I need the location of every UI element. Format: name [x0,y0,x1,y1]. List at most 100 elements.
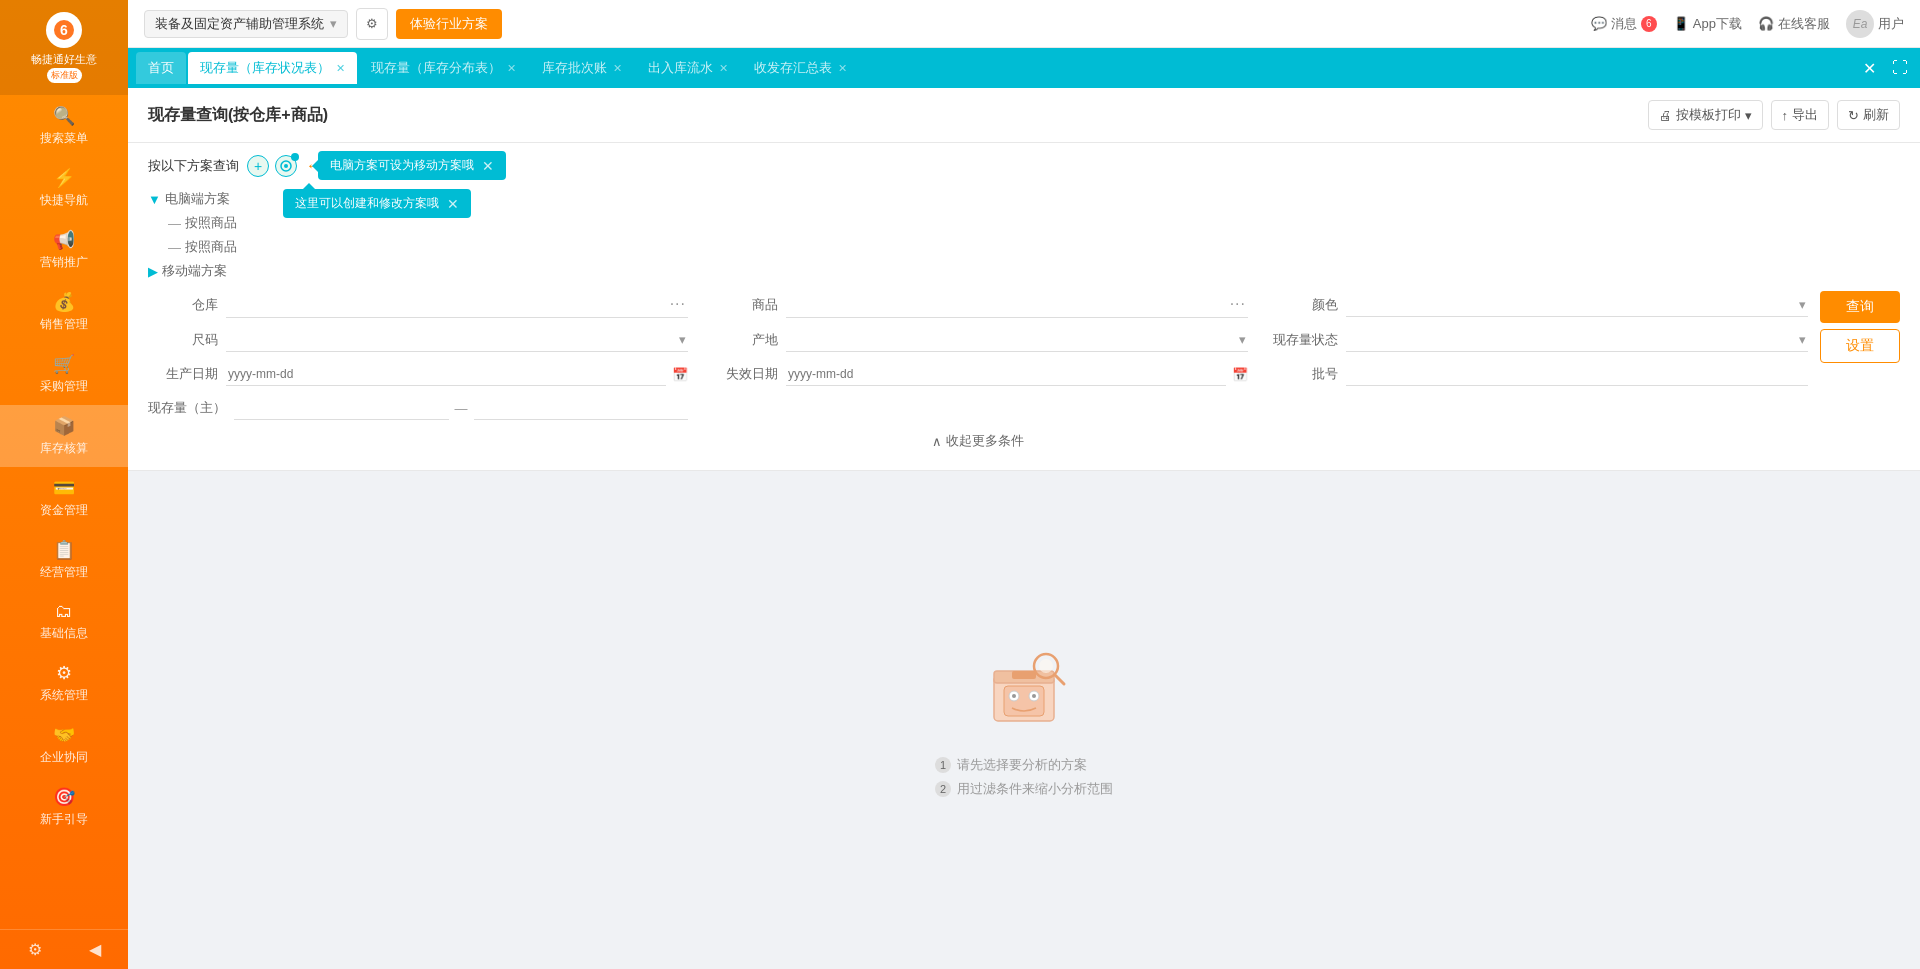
online-service-label: 在线客服 [1778,15,1830,33]
sidebar-item-system[interactable]: ⚙ 系统管理 [0,652,128,714]
calendar-icon[interactable]: 📅 [672,367,688,382]
system-selector[interactable]: 装备及固定资产辅助管理系统 ▾ [144,10,348,38]
sidebar-item-search[interactable]: 🔍 搜索菜单 [0,95,128,157]
product-filter-row: 商品 ··· [708,291,1248,318]
notification-label: 消息 [1611,15,1637,33]
tab-close-icon[interactable]: ✕ [336,62,345,75]
close-all-tabs-button[interactable]: ✕ [1859,55,1880,82]
size-select[interactable]: ▾ [226,328,688,352]
production-date-filter-row: 生产日期 📅 [148,362,688,386]
color-select[interactable]: ▾ [1346,293,1808,317]
user-menu-button[interactable]: Ea 用户 [1846,10,1904,38]
sidebar-item-sales[interactable]: 💰 销售管理 [0,281,128,343]
main-content: 装备及固定资产辅助管理系统 ▾ ⚙ 体验行业方案 💬 消息 6 📱 App下载 … [128,0,1920,969]
refresh-label: 刷新 [1863,106,1889,124]
sidebar-item-quick-nav[interactable]: ⚡ 快捷导航 [0,157,128,219]
origin-filter-row: 产地 ▾ [708,328,1248,352]
tab-home[interactable]: 首页 [136,52,186,84]
filter-buttons: 查询 设置 [1820,291,1900,458]
refresh-button[interactable]: ↻ 刷新 [1837,100,1900,130]
tab-close-icon[interactable]: ✕ [613,62,622,75]
settings-gear-button[interactable]: ⚙ [356,8,388,40]
edit-scheme-button[interactable] [275,155,297,177]
online-service-button[interactable]: 🎧 在线客服 [1758,15,1830,33]
calendar-icon[interactable]: 📅 [1232,367,1248,382]
tab-receive-summary-label: 收发存汇总表 [754,59,832,77]
sidebar-item-finance[interactable]: 💳 资金管理 [0,467,128,529]
tab-inventory-status[interactable]: 现存量（库存状况表） ✕ [188,52,357,84]
color-filter-row: 颜色 ▾ [1268,291,1808,318]
mobile-scheme-label[interactable]: 移动端方案 [162,262,227,280]
notification-count: 6 [1641,16,1657,32]
settings-button[interactable]: ⚙ [28,940,42,959]
inventory-main-label: 现存量（主） [148,399,226,417]
tab-in-out-flow[interactable]: 出入库流水 ✕ [636,52,740,84]
scheme-item-text: 按照商品 [185,214,237,232]
pc-scheme-label[interactable]: 电脑端方案 [165,190,230,208]
collapse-more-button[interactable]: ∧ 收起更多条件 [148,424,1808,458]
notification-button[interactable]: 💬 消息 6 [1591,15,1657,33]
list-item[interactable]: — 按照商品 [168,235,1900,259]
search-icon: 🔍 [53,105,75,127]
sidebar-item-basic[interactable]: 🗂 基础信息 [0,591,128,652]
dots-icon: ··· [1230,295,1246,313]
filter-label: 按以下方案查询 [148,157,239,175]
tab-close-icon[interactable]: ✕ [507,62,516,75]
hint-text-1: 请先选择要分析的方案 [957,756,1087,774]
origin-label: 产地 [708,331,778,349]
scheme-tooltip-close[interactable]: ✕ [482,158,494,174]
origin-select[interactable]: ▾ [786,328,1248,352]
inventory-main-range: — [234,396,688,420]
industry-solution-button[interactable]: 体验行业方案 [396,9,502,39]
header-actions: 💬 消息 6 📱 App下载 🎧 在线客服 Ea 用户 [1591,10,1904,38]
export-icon: ↑ [1782,108,1789,123]
avatar-text: Ea [1853,17,1868,31]
chevron-down-icon: ▾ [1239,332,1246,347]
tab-inventory-dist[interactable]: 现存量（库存分布表） ✕ [359,52,528,84]
product-label: 商品 [708,296,778,314]
sidebar-item-enterprise[interactable]: 🤝 企业协同 [0,714,128,776]
tab-in-out-flow-label: 出入库流水 [648,59,713,77]
warehouse-select[interactable]: ··· [226,291,688,318]
product-select[interactable]: ··· [786,291,1248,318]
tab-batch-account[interactable]: 库存批次账 ✕ [530,52,634,84]
maximize-button[interactable]: ⛶ [1888,55,1912,81]
sidebar: 6 畅捷通好生意 标准版 🔍 搜索菜单 ⚡ 快捷导航 📢 营销推广 💰 销售管理… [0,0,128,969]
sidebar-item-label: 基础信息 [40,625,88,642]
app-download-button[interactable]: 📱 App下载 [1673,15,1742,33]
edit-tooltip-close[interactable]: ✕ [447,196,459,212]
query-button[interactable]: 查询 [1820,291,1900,323]
template-print-button[interactable]: 🖨 按模板打印 ▾ [1648,100,1763,130]
tab-inventory-dist-label: 现存量（库存分布表） [371,59,501,77]
chevron-down-icon: ▾ [330,16,337,31]
tab-receive-summary[interactable]: 收发存汇总表 ✕ [742,52,859,84]
purchase-icon: 🛒 [53,353,75,375]
sidebar-item-marketing[interactable]: 📢 营销推广 [0,219,128,281]
inventory-main-max-input[interactable] [474,396,689,420]
tab-batch-account-label: 库存批次账 [542,59,607,77]
empty-illustration [974,636,1074,736]
color-label: 颜色 [1268,296,1338,314]
sidebar-item-purchase[interactable]: 🛒 采购管理 [0,343,128,405]
filter-grid: 仓库 ··· 商品 ··· [148,291,1808,420]
expiry-date-label: 失效日期 [708,365,778,383]
tab-home-label: 首页 [148,59,174,77]
production-date-start-input[interactable] [226,363,666,386]
inventory-main-min-input[interactable] [234,396,449,420]
svg-line-13 [1055,675,1064,684]
tab-close-icon[interactable]: ✕ [838,62,847,75]
sidebar-item-label: 库存核算 [40,440,88,457]
sidebar-item-operations[interactable]: 📋 经营管理 [0,529,128,591]
tab-close-icon[interactable]: ✕ [719,62,728,75]
add-scheme-button[interactable]: + [247,155,269,177]
batch-input[interactable] [1346,362,1808,386]
collapse-sidebar-button[interactable]: ◀ [89,940,101,959]
sidebar-item-guide[interactable]: 🎯 新手引导 [0,776,128,838]
sidebar-item-label: 搜索菜单 [40,130,88,147]
expiry-date-start-input[interactable] [786,363,1226,386]
reset-button[interactable]: 设置 [1820,329,1900,363]
export-button[interactable]: ↑ 导出 [1771,100,1830,130]
sidebar-item-inventory[interactable]: 📦 库存核算 [0,405,128,467]
enterprise-icon: 🤝 [53,724,75,746]
inventory-status-select[interactable]: ▾ [1346,328,1808,352]
